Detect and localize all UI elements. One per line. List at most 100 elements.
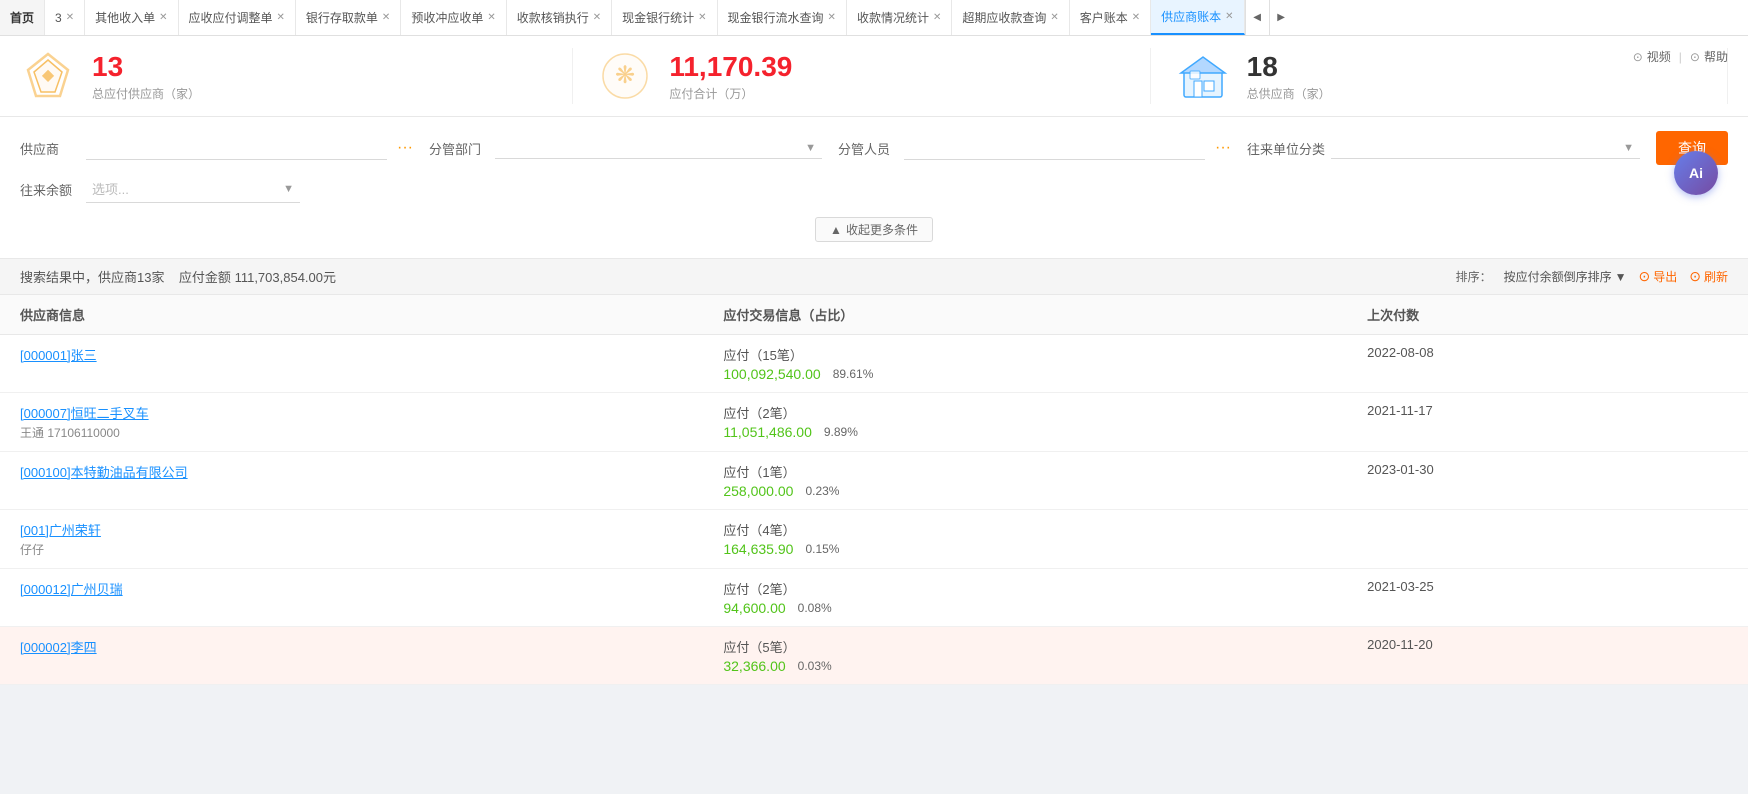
dept-select[interactable]: ▼ <box>495 138 822 159</box>
nav-item-collection-stat[interactable]: 收款情况统计 ✕ <box>847 0 952 35</box>
ap-amount[interactable]: 94,600.00 <box>723 600 785 616</box>
filter-dept-label: 分管部门 <box>429 139 489 158</box>
nav-prepay-ar-close[interactable]: ✕ <box>487 12 495 23</box>
ap-transaction-cell: 应付（2笔）11,051,486.009.89% <box>703 393 1347 452</box>
nav-prev-button[interactable]: ◀ <box>1245 0 1269 35</box>
last-payment-date: 2020-11-20 <box>1367 637 1433 652</box>
last-payment-cell: 2023-01-30 <box>1347 452 1708 510</box>
nav-cash-bank-stat-close[interactable]: ✕ <box>698 12 706 23</box>
nav-item-home[interactable]: 首页 <box>0 0 45 35</box>
dept-chevron-icon: ▼ <box>805 142 816 154</box>
filter-supplier-label: 供应商 <box>20 139 80 158</box>
supplier-link[interactable]: [000002]李四 <box>20 640 97 655</box>
ap-percentage: 89.61% <box>833 367 874 381</box>
supplier-dots-icon[interactable]: ··· <box>397 139 413 157</box>
sort-value: 按应付余额倒序排序 <box>1504 268 1612 285</box>
balance-select[interactable]: 选项... ▼ <box>86 175 300 203</box>
extra-cell <box>1708 393 1748 452</box>
nav-item-tab3[interactable]: 3 ✕ <box>45 0 85 35</box>
nav-collection-exec-label: 收款核销执行 <box>517 9 589 26</box>
supplier-link[interactable]: [001]广州荣轩 <box>20 523 101 538</box>
ap-label: 应付（1笔） <box>723 462 1327 481</box>
supplier-sub: 仔仔 <box>20 541 683 558</box>
ap-amount[interactable]: 100,092,540.00 <box>723 366 820 382</box>
nav-ar-ap-adjust-close[interactable]: ✕ <box>277 12 285 23</box>
total-suppliers-label: 总供应商（家） <box>1247 85 1331 102</box>
nav-other-income-close[interactable]: ✕ <box>159 12 167 23</box>
table-row: [000001]张三 应付（15笔） 100,092,540.00 89.61% 202… <box>0 335 1748 393</box>
ap-suppliers-label: 总应付供应商（家） <box>92 85 200 102</box>
nav-item-collection-exec[interactable]: 收款核销执行 ✕ <box>507 0 612 35</box>
nav-item-other-income[interactable]: 其他收入单 ✕ <box>85 0 178 35</box>
nav-item-customer-ledger[interactable]: 客户账本 ✕ <box>1070 0 1151 35</box>
ap-amount[interactable]: 11,051,486.00 <box>723 424 812 440</box>
collapse-button[interactable]: ▲ 收起更多条件 <box>815 217 933 242</box>
nav-next-button[interactable]: ▶ <box>1269 0 1293 35</box>
ap-label: 应付（2笔） <box>723 579 1327 598</box>
nav-item-ar-ap-adjust[interactable]: 应收应付调整单 ✕ <box>179 0 296 35</box>
collapse-label: 收起更多条件 <box>846 221 918 238</box>
nav-item-supplier-ledger[interactable]: 供应商账本 ✕ <box>1151 0 1244 35</box>
stats-bar: ◆ 13 总应付供应商（家） ❋ 11,170.39 应付合计（万） <box>0 36 1748 117</box>
filter-category: 往来单位分类 ▼ <box>1247 138 1640 159</box>
nav-bank-deposit-close[interactable]: ✕ <box>382 12 390 23</box>
filter-row-2: 往来余额 选项... ▼ <box>20 175 1728 203</box>
filter-balance: 往来余额 选项... ▼ <box>20 175 300 203</box>
ap-label: 应付（15笔） <box>723 345 1327 364</box>
extra-cell <box>1708 510 1748 569</box>
nav-prepay-ar-label: 预收冲应收单 <box>411 9 483 26</box>
table-row: [000007]恒旺二手叉车王通 17106110000应付（2笔）11,051… <box>0 393 1748 452</box>
sort-select[interactable]: 按应付余额倒序排序 ▼ <box>1504 268 1627 285</box>
nav-customer-ledger-close[interactable]: ✕ <box>1132 12 1140 23</box>
nav-item-cash-flow-query[interactable]: 现金银行流水查询 ✕ <box>718 0 847 35</box>
supplier-input[interactable] <box>86 136 387 160</box>
total-suppliers-value: 18 <box>1247 51 1331 83</box>
last-payment-cell: 2022-08-08 <box>1347 335 1708 393</box>
nav-collection-stat-close[interactable]: ✕ <box>933 12 941 23</box>
nav-tab3-close[interactable]: ✕ <box>66 12 74 23</box>
nav-item-overdue-ar[interactable]: 超期应收款查询 ✕ <box>952 0 1069 35</box>
nav-item-prepay-ar[interactable]: 预收冲应收单 ✕ <box>401 0 506 35</box>
nav-supplier-ledger-label: 供应商账本 <box>1161 8 1221 25</box>
last-payment-cell: 2021-11-17 <box>1347 393 1708 452</box>
supplier-link[interactable]: [000012]广州贝瑞 <box>20 582 123 597</box>
ap-transaction-cell: 应付（15笔） 100,092,540.00 89.61% <box>703 335 1347 393</box>
ap-percentage: 0.23% <box>805 484 839 498</box>
supplier-info-cell: [000001]张三 <box>0 335 703 393</box>
refresh-icon: ⊙ <box>1689 268 1701 285</box>
nav-item-bank-deposit[interactable]: 银行存取款单 ✕ <box>296 0 401 35</box>
nav-cash-flow-query-label: 现金银行流水查询 <box>728 9 824 26</box>
nav-supplier-ledger-close[interactable]: ✕ <box>1225 11 1233 22</box>
ap-amount[interactable]: 32,366.00 <box>723 658 785 674</box>
ap-amount[interactable]: 258,000.00 <box>723 483 793 499</box>
supplier-link[interactable]: [000100]本特勤油品有限公司 <box>20 465 188 480</box>
category-select[interactable]: ▼ <box>1331 138 1640 159</box>
col-last-payment: 上次付数 <box>1347 295 1708 335</box>
ai-button-label: Ai <box>1689 165 1703 181</box>
supplier-info-cell: [000100]本特勤油品有限公司 <box>0 452 703 510</box>
supplier-link[interactable]: [000007]恒旺二手叉车 <box>20 406 149 421</box>
ap-label: 应付（2笔） <box>723 403 1327 422</box>
refresh-button[interactable]: ⊙ 刷新 <box>1689 268 1728 285</box>
nav-item-home-label: 首页 <box>10 9 34 26</box>
table-row: [000012]广州贝瑞应付（2笔）94,600.000.08%2021-03-… <box>0 569 1748 627</box>
video-link[interactable]: 视频 <box>1647 48 1671 65</box>
nav-ar-ap-adjust-label: 应收应付调整单 <box>189 9 273 26</box>
person-input[interactable] <box>904 136 1205 160</box>
person-dots-icon[interactable]: ··· <box>1215 139 1231 157</box>
filter-supplier: 供应商 ··· <box>20 136 413 160</box>
nav-collection-exec-close[interactable]: ✕ <box>593 12 601 23</box>
nav-item-cash-bank-stat[interactable]: 现金银行统计 ✕ <box>612 0 717 35</box>
nav-overdue-ar-close[interactable]: ✕ <box>1050 12 1058 23</box>
nav-cash-flow-query-close[interactable]: ✕ <box>828 12 836 23</box>
ap-amount[interactable]: 164,635.90 <box>723 541 793 557</box>
export-button[interactable]: ⊙ 导出 <box>1639 268 1678 285</box>
ai-button[interactable]: Ai <box>1674 151 1718 195</box>
filter-person: 分管人员 ··· <box>838 136 1231 160</box>
export-label: 导出 <box>1653 268 1677 285</box>
top-right-links: ⊙ 视频 | ⊙ 帮助 Ai <box>1633 48 1728 65</box>
extra-cell <box>1708 569 1748 627</box>
help-link[interactable]: 帮助 <box>1704 48 1728 65</box>
supplier-link[interactable]: [000001]张三 <box>20 348 97 363</box>
sort-label: 排序： <box>1456 268 1492 285</box>
